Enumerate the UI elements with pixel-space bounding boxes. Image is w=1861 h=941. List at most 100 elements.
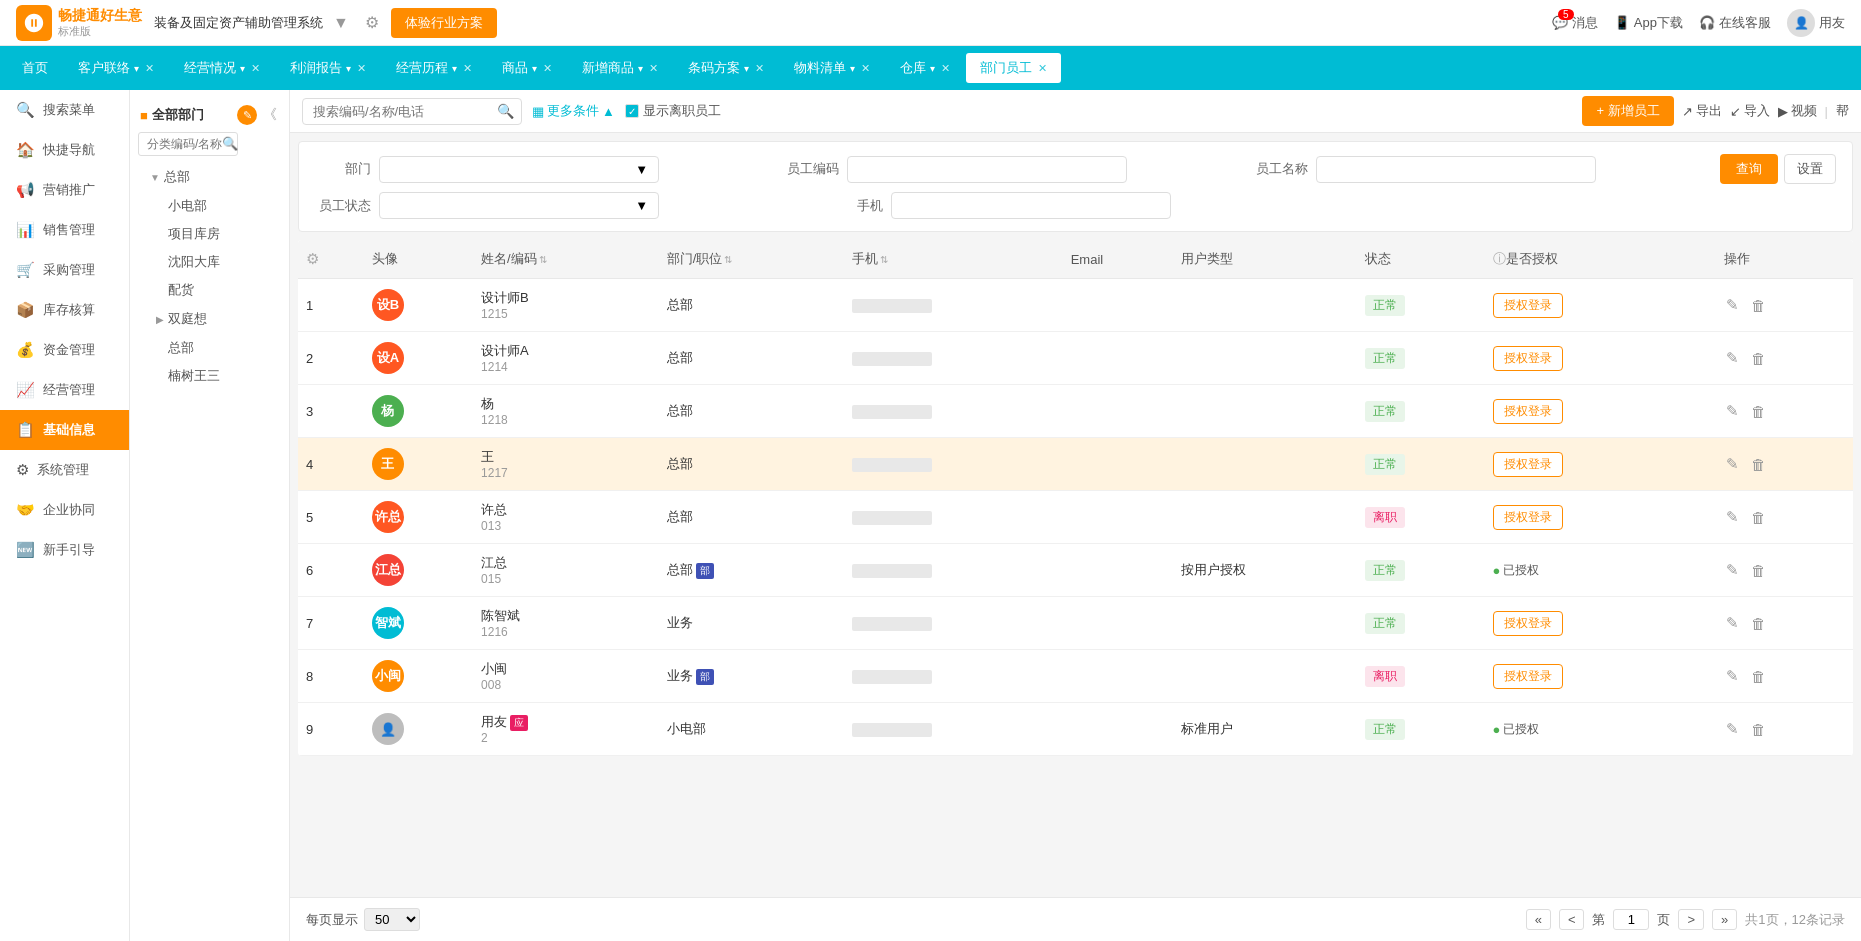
sidebar-item-inventory[interactable]: 📦 库存核算: [0, 290, 129, 330]
delete-button[interactable]: 🗑: [1749, 665, 1768, 687]
edit-button[interactable]: ✎: [1724, 559, 1741, 581]
search-icon-btn[interactable]: 🔍: [497, 103, 514, 119]
col-settings[interactable]: ⚙: [298, 240, 364, 279]
dept-edit-btn[interactable]: ✎: [237, 105, 257, 125]
sidebar-item-basic-info[interactable]: 📋 基础信息: [0, 410, 129, 450]
dept-child-general[interactable]: 总部: [140, 334, 289, 362]
query-button[interactable]: 查询: [1720, 154, 1778, 184]
dept-child-peihuo[interactable]: 配货: [140, 276, 289, 304]
export-button[interactable]: ↗ 导出: [1682, 102, 1722, 120]
dept-sort[interactable]: 部门/职位 ⇅: [667, 250, 837, 268]
nav-tab-新增商品[interactable]: 新增商品 ▾ ✕: [568, 53, 672, 83]
next-page-btn[interactable]: >: [1678, 909, 1704, 930]
sidebar-item-sys-mgmt[interactable]: ⚙ 系统管理: [0, 450, 129, 490]
dept-child-nanshu-wangsan[interactable]: 楠树王三: [140, 362, 289, 390]
nav-tab-部门员工[interactable]: 部门员工 ✕: [966, 53, 1061, 83]
more-filter-btn[interactable]: ▦ 更多条件 ▲: [532, 102, 615, 120]
last-page-btn[interactable]: »: [1712, 909, 1737, 930]
delete-button[interactable]: 🗑: [1749, 453, 1768, 475]
dropdown-arrow[interactable]: ▼: [329, 10, 353, 36]
sidebar-item-sales[interactable]: 📊 销售管理: [0, 210, 129, 250]
dept-node-zongbu[interactable]: ▼ 总部: [140, 162, 289, 192]
delete-button[interactable]: 🗑: [1749, 612, 1768, 634]
tab-close-icon[interactable]: ✕: [543, 62, 552, 75]
sidebar-item-marketing[interactable]: 📢 营销推广: [0, 170, 129, 210]
delete-button[interactable]: 🗑: [1749, 400, 1768, 422]
nav-tab-经营情况[interactable]: 经营情况 ▾ ✕: [170, 53, 274, 83]
sidebar-item-search-menu[interactable]: 🔍 搜索菜单: [0, 90, 129, 130]
edit-button[interactable]: ✎: [1724, 612, 1741, 634]
tab-close-icon[interactable]: ✕: [251, 62, 260, 75]
tab-close-icon[interactable]: ✕: [463, 62, 472, 75]
delete-button[interactable]: 🗑: [1749, 559, 1768, 581]
edit-button[interactable]: ✎: [1724, 347, 1741, 369]
nav-tab-首页[interactable]: 首页: [8, 53, 62, 83]
delete-button[interactable]: 🗑: [1749, 294, 1768, 316]
auth-login-button[interactable]: 授权登录: [1493, 664, 1563, 689]
nav-tab-条码方案[interactable]: 条码方案 ▾ ✕: [674, 53, 778, 83]
edit-button[interactable]: ✎: [1724, 294, 1741, 316]
auth-login-button[interactable]: 授权登录: [1493, 611, 1563, 636]
emp-name-input[interactable]: [1316, 156, 1596, 183]
sidebar-item-corp-collab[interactable]: 🤝 企业协同: [0, 490, 129, 530]
edit-button[interactable]: ✎: [1724, 665, 1741, 687]
emp-status-select[interactable]: ▼: [379, 192, 659, 219]
sidebar-item-new-guide[interactable]: 🆕 新手引导: [0, 530, 129, 570]
show-leave-checkbox[interactable]: ✓: [625, 104, 639, 118]
prev-page-btn[interactable]: <: [1559, 909, 1585, 930]
nav-tab-商品[interactable]: 商品 ▾ ✕: [488, 53, 566, 83]
help-button[interactable]: 帮: [1836, 102, 1849, 120]
edit-button[interactable]: ✎: [1724, 400, 1741, 422]
nav-tab-客户联络[interactable]: 客户联络 ▾ ✕: [64, 53, 168, 83]
auth-login-button[interactable]: 授权登录: [1493, 505, 1563, 530]
delete-button[interactable]: 🗑: [1749, 506, 1768, 528]
emp-code-input[interactable]: [847, 156, 1127, 183]
tab-close-icon[interactable]: ✕: [755, 62, 764, 75]
dept-child-project-warehouse[interactable]: 项目库房: [140, 220, 289, 248]
sidebar-item-biz[interactable]: 📈 经营管理: [0, 370, 129, 410]
tab-close-icon[interactable]: ✕: [941, 62, 950, 75]
tab-close-icon[interactable]: ✕: [357, 62, 366, 75]
add-employee-button[interactable]: + 新增员工: [1582, 96, 1673, 126]
message-item[interactable]: 💬 5 消息: [1552, 14, 1598, 32]
set-button[interactable]: 设置: [1784, 154, 1836, 184]
search-input[interactable]: [302, 98, 522, 125]
show-leave-toggle[interactable]: ✓ 显示离职员工: [625, 102, 721, 120]
dept-child-xiao-dian[interactable]: 小电部: [140, 192, 289, 220]
online-service-item[interactable]: 🎧 在线客服: [1699, 14, 1771, 32]
settings-gear-btn[interactable]: ⚙: [361, 9, 383, 36]
first-page-btn[interactable]: «: [1526, 909, 1551, 930]
tab-close-icon[interactable]: ✕: [1038, 62, 1047, 75]
sidebar-item-fund[interactable]: 💰 资金管理: [0, 330, 129, 370]
phone-input[interactable]: [891, 192, 1171, 219]
page-size-select[interactable]: 50 100 200: [364, 908, 420, 931]
delete-button[interactable]: 🗑: [1749, 718, 1768, 740]
nav-tab-经营历程[interactable]: 经营历程 ▾ ✕: [382, 53, 486, 83]
delete-button[interactable]: 🗑: [1749, 347, 1768, 369]
name-sort[interactable]: 姓名/编码 ⇅: [481, 250, 651, 268]
phone-sort[interactable]: 手机 ⇅: [852, 250, 1054, 268]
sidebar-item-quick-nav[interactable]: 🏠 快捷导航: [0, 130, 129, 170]
page-number-input[interactable]: [1613, 909, 1649, 930]
tab-close-icon[interactable]: ✕: [145, 62, 154, 75]
nav-tab-物料清单[interactable]: 物料清单 ▾ ✕: [780, 53, 884, 83]
edit-button[interactable]: ✎: [1724, 506, 1741, 528]
nav-tab-利润报告[interactable]: 利润报告 ▾ ✕: [276, 53, 380, 83]
auth-login-button[interactable]: 授权登录: [1493, 452, 1563, 477]
auth-login-button[interactable]: 授权登录: [1493, 399, 1563, 424]
dept-child-shenyang[interactable]: 沈阳大库: [140, 248, 289, 276]
gear-settings-icon[interactable]: ⚙: [306, 250, 319, 267]
dept-collapse-btn[interactable]: 《: [261, 104, 279, 126]
auth-login-button[interactable]: 授权登录: [1493, 293, 1563, 318]
app-download-item[interactable]: 📱 App下载: [1614, 14, 1683, 32]
info-icon[interactable]: ⓘ: [1493, 251, 1506, 266]
import-button[interactable]: ↙ 导入: [1730, 102, 1770, 120]
trial-button[interactable]: 体验行业方案: [391, 8, 497, 38]
auth-login-button[interactable]: 授权登录: [1493, 346, 1563, 371]
dept-node-shuangtingxiang[interactable]: ▶ 双庭想: [140, 304, 289, 334]
user-item[interactable]: 👤 用友: [1787, 9, 1845, 37]
edit-button[interactable]: ✎: [1724, 453, 1741, 475]
sidebar-item-purchase[interactable]: 🛒 采购管理: [0, 250, 129, 290]
view-button[interactable]: ▶ 视频: [1778, 102, 1817, 120]
tab-close-icon[interactable]: ✕: [861, 62, 870, 75]
